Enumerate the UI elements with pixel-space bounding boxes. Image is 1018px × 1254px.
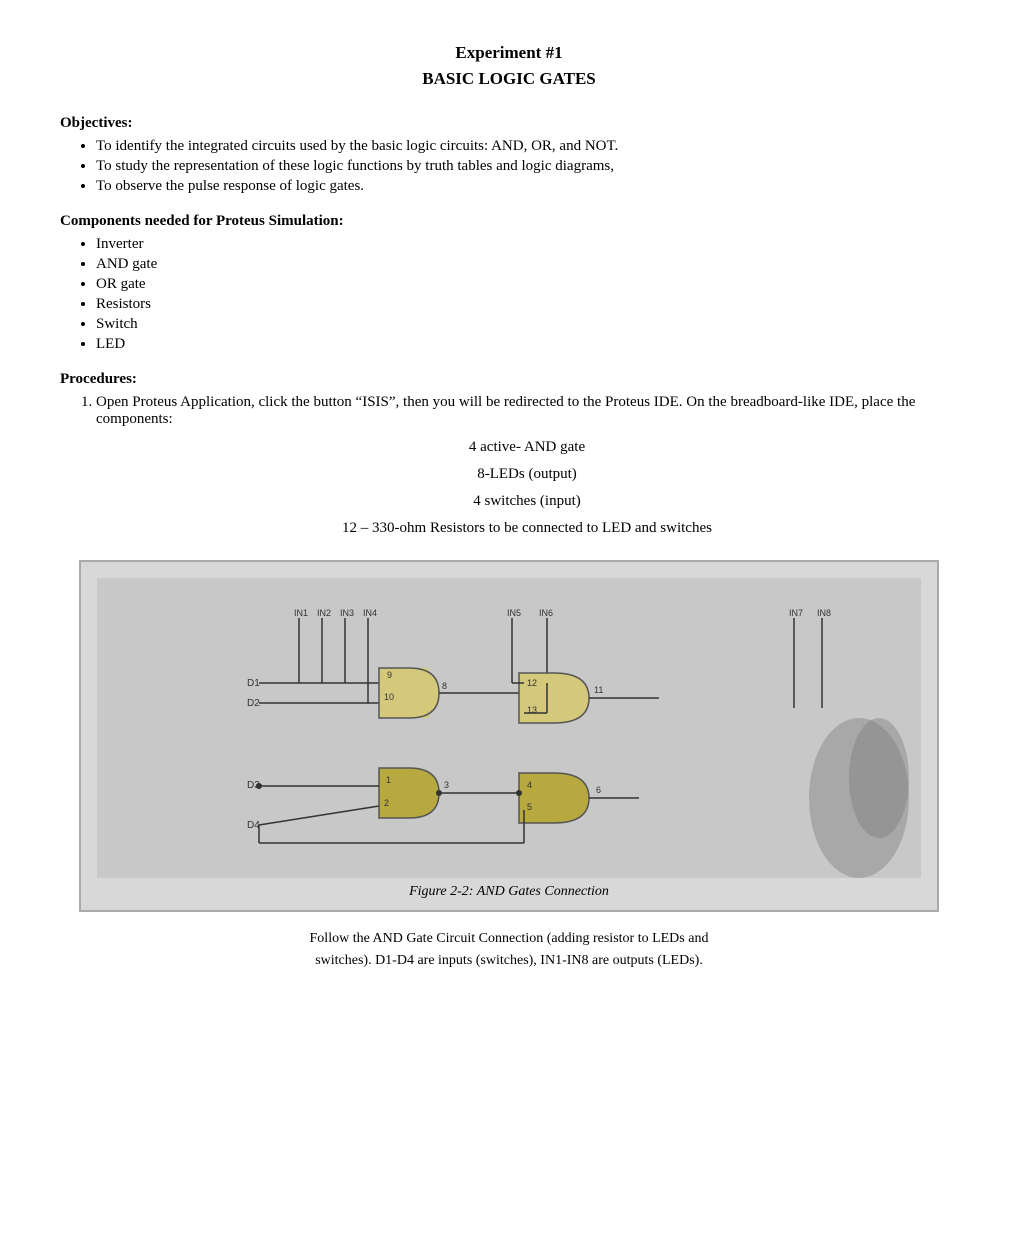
list-item: Resistors [96,296,958,313]
svg-text:8: 8 [442,681,447,691]
components-list: Inverter AND gate OR gate Resistors Swit… [96,236,958,353]
components-section: Components needed for Proteus Simulation… [60,213,958,353]
list-item: OR gate [96,276,958,293]
step1-line3: 4 switches (input) [96,488,958,515]
objectives-heading: Objectives: [60,115,958,132]
step1-text: Open Proteus Application, click the butt… [96,394,915,427]
list-item: LED [96,336,958,353]
step1-line4: 12 – 330-ohm Resistors to be connected t… [96,515,958,542]
svg-text:3: 3 [444,780,449,790]
procedures-section: Procedures: Open Proteus Application, cl… [60,371,958,542]
svg-text:13: 13 [527,705,537,715]
follow-text-line1: Follow the AND Gate Circuit Connection (… [310,931,709,946]
list-item: AND gate [96,256,958,273]
svg-text:IN7: IN7 [789,608,803,618]
list-item: To identify the integrated circuits used… [96,138,958,155]
svg-text:D1: D1 [247,678,260,689]
svg-text:11: 11 [594,685,603,695]
svg-text:1: 1 [386,775,391,785]
svg-text:10: 10 [384,692,394,702]
svg-text:IN2: IN2 [317,608,331,618]
svg-text:IN8: IN8 [817,608,831,618]
list-item: Open Proteus Application, click the butt… [96,394,958,542]
procedures-list: Open Proteus Application, click the butt… [96,394,958,542]
svg-text:IN3: IN3 [340,608,354,618]
svg-text:IN5: IN5 [507,608,521,618]
svg-text:D4: D4 [247,820,260,831]
page-title: Experiment #1 BASIC LOGIC GATES [60,40,958,91]
list-item: Switch [96,316,958,333]
svg-text:2: 2 [384,798,389,808]
procedures-heading: Procedures: [60,371,958,388]
list-item: To study the representation of these log… [96,158,958,175]
list-item: To observe the pulse response of logic g… [96,178,958,195]
list-item: Inverter [96,236,958,253]
svg-text:5: 5 [527,802,532,812]
svg-text:4: 4 [527,780,532,790]
svg-text:12: 12 [527,678,537,688]
follow-text-line2: switches). D1-D4 are inputs (switches), … [315,953,703,968]
circuit-diagram: IN1 IN2 IN3 IN4 IN5 IN6 IN7 IN8 D1 D2 D3… [97,578,921,878]
step1-details: 4 active- AND gate 8-LEDs (output) 4 swi… [96,434,958,542]
svg-text:IN6: IN6 [539,608,553,618]
objectives-list: To identify the integrated circuits used… [96,138,958,195]
figure-caption: Figure 2-2: AND Gates Connection [97,884,921,900]
step1-line2: 8-LEDs (output) [96,461,958,488]
svg-text:IN4: IN4 [363,608,377,618]
svg-text:D2: D2 [247,698,260,709]
objectives-section: Objectives: To identify the integrated c… [60,115,958,195]
svg-text:6: 6 [596,785,601,795]
svg-text:9: 9 [387,670,392,680]
follow-text: Follow the AND Gate Circuit Connection (… [60,928,958,973]
svg-text:IN1: IN1 [294,608,308,618]
figure-container: IN1 IN2 IN3 IN4 IN5 IN6 IN7 IN8 D1 D2 D3… [79,560,939,912]
components-heading: Components needed for Proteus Simulation… [60,213,958,230]
step1-line1: 4 active- AND gate [96,434,958,461]
